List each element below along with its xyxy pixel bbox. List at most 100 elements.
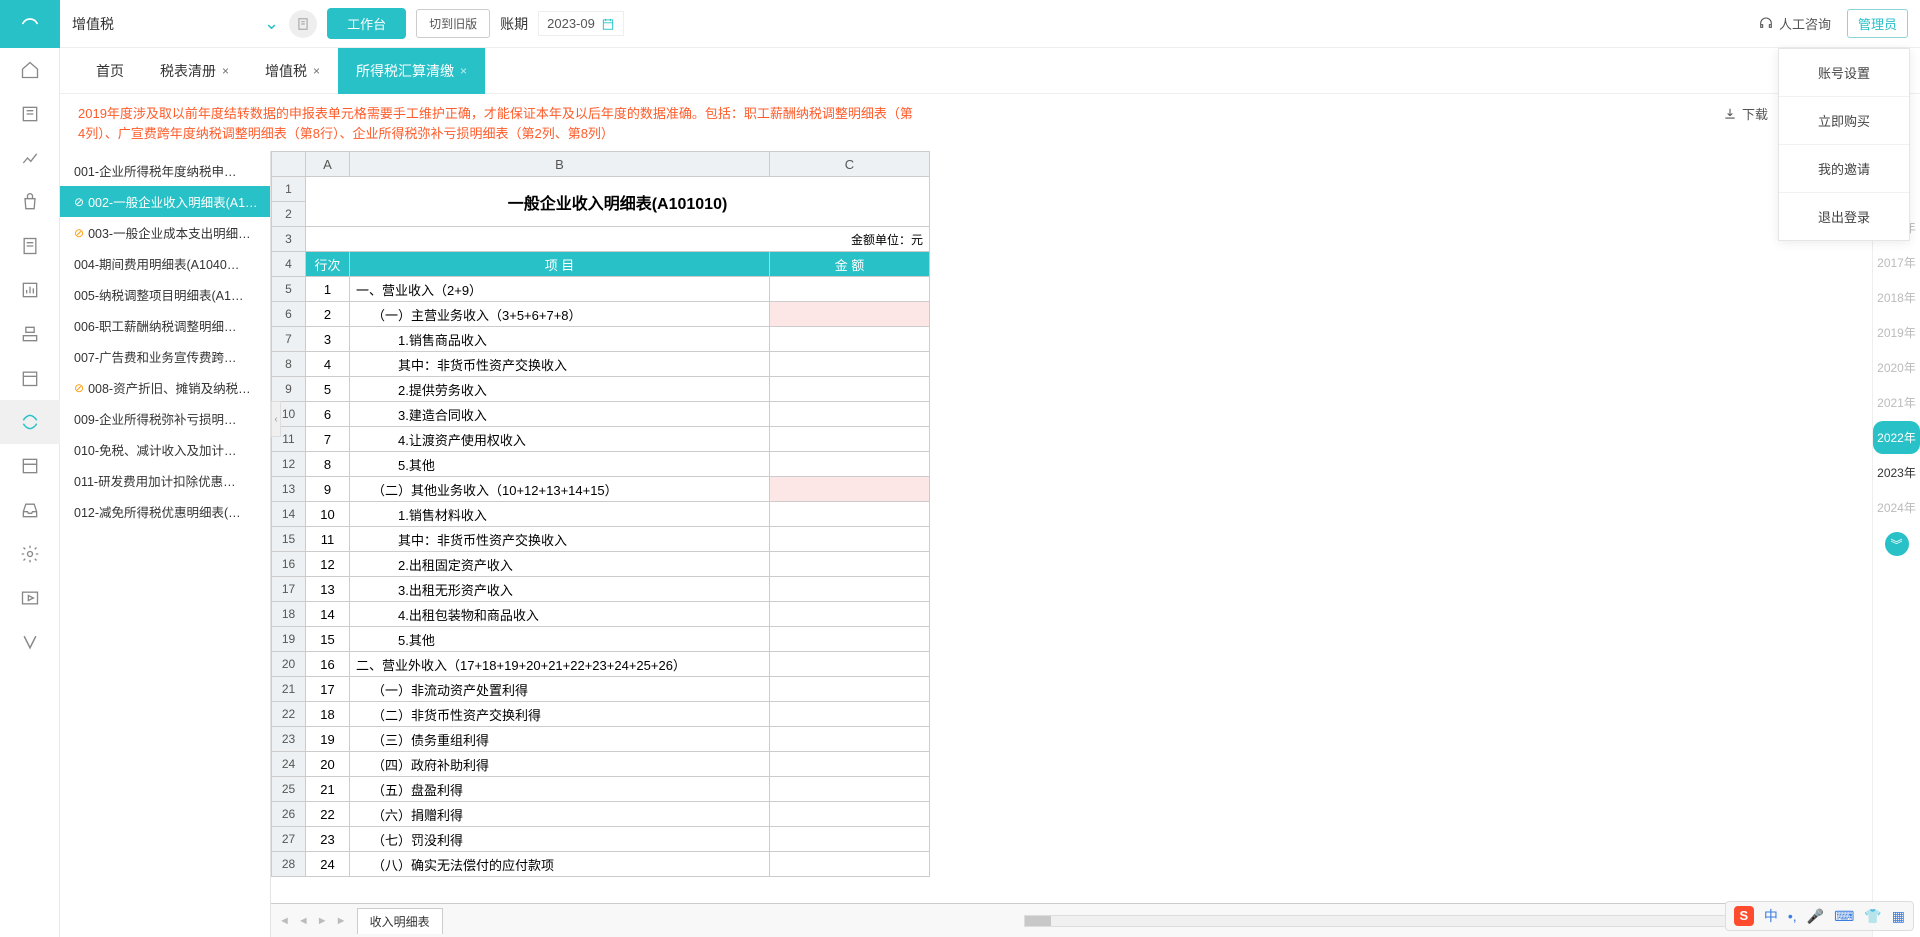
- tree-item-6[interactable]: 007-广告费和业务宣传费跨…: [60, 341, 270, 372]
- cell-item[interactable]: （二）非货币性资产交换利得: [350, 702, 770, 727]
- nav-video-icon[interactable]: [0, 576, 60, 620]
- cell-rownum[interactable]: 20: [306, 752, 350, 777]
- cell-amount[interactable]: [770, 377, 930, 402]
- cell-rownum[interactable]: 16: [306, 652, 350, 677]
- tree-item-9[interactable]: 010-免税、减计收入及加计…: [60, 434, 270, 465]
- cell-rownum[interactable]: 5: [306, 377, 350, 402]
- ime-punct-icon[interactable]: •,: [1788, 908, 1797, 924]
- year-2017年[interactable]: 2017年: [1873, 246, 1920, 279]
- row-header[interactable]: 18: [272, 602, 306, 627]
- cell-rownum[interactable]: 18: [306, 702, 350, 727]
- cell-item[interactable]: 4.出租包装物和商品收入: [350, 602, 770, 627]
- cell-item[interactable]: 其中：非货币性资产交换收入: [350, 527, 770, 552]
- cell-item[interactable]: 一、营业收入（2+9）: [350, 277, 770, 302]
- collapse-tree-handle[interactable]: ‹: [271, 401, 281, 437]
- row-header[interactable]: 26: [272, 802, 306, 827]
- nav-archive-icon[interactable]: [0, 444, 60, 488]
- cell-item[interactable]: 1.销售材料收入: [350, 502, 770, 527]
- cell-rownum[interactable]: 21: [306, 777, 350, 802]
- row-header[interactable]: 22: [272, 702, 306, 727]
- row-header[interactable]: 27: [272, 827, 306, 852]
- cell-item[interactable]: 2.出租固定资产收入: [350, 552, 770, 577]
- ime-grid-icon[interactable]: ▦: [1892, 908, 1905, 925]
- cell-item[interactable]: 二、营业外收入（17+18+19+20+21+22+23+24+25+26）: [350, 652, 770, 677]
- cell-item[interactable]: 其中：非货币性资产交换收入: [350, 352, 770, 377]
- cell-item[interactable]: （七）罚没利得: [350, 827, 770, 852]
- nav-doc-icon[interactable]: [0, 224, 60, 268]
- row-header[interactable]: 2: [272, 202, 306, 227]
- cell-item[interactable]: （八）确实无法偿付的应付款项: [350, 852, 770, 877]
- row-header[interactable]: 7: [272, 327, 306, 352]
- cell-rownum[interactable]: 19: [306, 727, 350, 752]
- nav-ledger-icon[interactable]: [0, 92, 60, 136]
- cell-amount[interactable]: [770, 677, 930, 702]
- ime-keyboard-icon[interactable]: ⌨: [1834, 908, 1854, 925]
- tab-close-icon[interactable]: ×: [460, 64, 467, 78]
- year-2020年[interactable]: 2020年: [1873, 351, 1920, 384]
- nav-stamp-icon[interactable]: [0, 312, 60, 356]
- year-2023年[interactable]: 2023年: [1873, 456, 1920, 489]
- cell-rownum[interactable]: 6: [306, 402, 350, 427]
- company-dropdown-icon[interactable]: ⌄: [264, 13, 279, 34]
- tree-item-8[interactable]: 009-企业所得税弥补亏损明…: [60, 403, 270, 434]
- col-header-B[interactable]: B: [350, 152, 770, 177]
- cell-rownum[interactable]: 22: [306, 802, 350, 827]
- year-2018年[interactable]: 2018年: [1873, 281, 1920, 314]
- cell-item[interactable]: （五）盘盈利得: [350, 777, 770, 802]
- cell-item[interactable]: （三）债务重组利得: [350, 727, 770, 752]
- tree-item-11[interactable]: 012-减免所得税优惠明细表(…: [60, 496, 270, 527]
- cell-rownum[interactable]: 17: [306, 677, 350, 702]
- row-header[interactable]: 3: [272, 227, 306, 252]
- user-menu-item-2[interactable]: 我的邀请: [1779, 144, 1909, 192]
- cell-item[interactable]: 5.其他: [350, 452, 770, 477]
- nav-report-icon[interactable]: [0, 268, 60, 312]
- ime-mic-icon[interactable]: 🎤: [1807, 908, 1824, 925]
- cell-amount[interactable]: [770, 477, 930, 502]
- tree-item-10[interactable]: 011-研发费用加计扣除优惠…: [60, 465, 270, 496]
- row-header[interactable]: 8: [272, 352, 306, 377]
- app-logo[interactable]: [0, 0, 60, 48]
- tree-item-1[interactable]: ⊘002-一般企业收入明细表(A1…: [60, 186, 270, 217]
- cell-rownum[interactable]: 10: [306, 502, 350, 527]
- nav-tax-icon[interactable]: [0, 400, 60, 444]
- cell-amount[interactable]: [770, 627, 930, 652]
- cell-item[interactable]: （一）主营业务收入（3+5+6+7+8）: [350, 302, 770, 327]
- cell-amount[interactable]: [770, 802, 930, 827]
- switch-old-button[interactable]: 切到旧版: [416, 9, 490, 38]
- page-icon[interactable]: [289, 10, 317, 38]
- cell-item[interactable]: 4.让渡资产使用权收入: [350, 427, 770, 452]
- cell-rownum[interactable]: 3: [306, 327, 350, 352]
- cell-item[interactable]: 3.建造合同收入: [350, 402, 770, 427]
- cell-rownum[interactable]: 9: [306, 477, 350, 502]
- nav-v-icon[interactable]: [0, 620, 60, 664]
- cell-item[interactable]: 2.提供劳务收入: [350, 377, 770, 402]
- row-header[interactable]: 16: [272, 552, 306, 577]
- cell-rownum[interactable]: 12: [306, 552, 350, 577]
- row-header[interactable]: 19: [272, 627, 306, 652]
- cell-item[interactable]: 1.销售商品收入: [350, 327, 770, 352]
- cell-amount[interactable]: [770, 327, 930, 352]
- cell-amount[interactable]: [770, 727, 930, 752]
- cell-rownum[interactable]: 2: [306, 302, 350, 327]
- cell-amount[interactable]: [770, 702, 930, 727]
- cell-amount[interactable]: [770, 277, 930, 302]
- company-type[interactable]: 增值税: [72, 14, 114, 34]
- cell-amount[interactable]: [770, 452, 930, 477]
- row-header[interactable]: 24: [272, 752, 306, 777]
- row-header[interactable]: 23: [272, 727, 306, 752]
- row-header[interactable]: 20: [272, 652, 306, 677]
- period-picker[interactable]: 2023-09: [538, 11, 624, 36]
- cell-rownum[interactable]: 24: [306, 852, 350, 877]
- row-header[interactable]: 5: [272, 277, 306, 302]
- col-header-C[interactable]: C: [770, 152, 930, 177]
- download-button[interactable]: 下载: [1723, 104, 1768, 123]
- cell-amount[interactable]: [770, 302, 930, 327]
- tree-item-0[interactable]: 001-企业所得税年度纳税申…: [60, 155, 270, 186]
- row-header[interactable]: 25: [272, 777, 306, 802]
- cell-item[interactable]: 3.出租无形资产收入: [350, 577, 770, 602]
- year-2024年[interactable]: 2024年: [1873, 491, 1920, 524]
- tree-item-4[interactable]: 005-纳税调整项目明细表(A1…: [60, 279, 270, 310]
- user-menu-item-3[interactable]: 退出登录: [1779, 192, 1909, 240]
- cell-rownum[interactable]: 1: [306, 277, 350, 302]
- tab-close-icon[interactable]: ×: [222, 64, 229, 78]
